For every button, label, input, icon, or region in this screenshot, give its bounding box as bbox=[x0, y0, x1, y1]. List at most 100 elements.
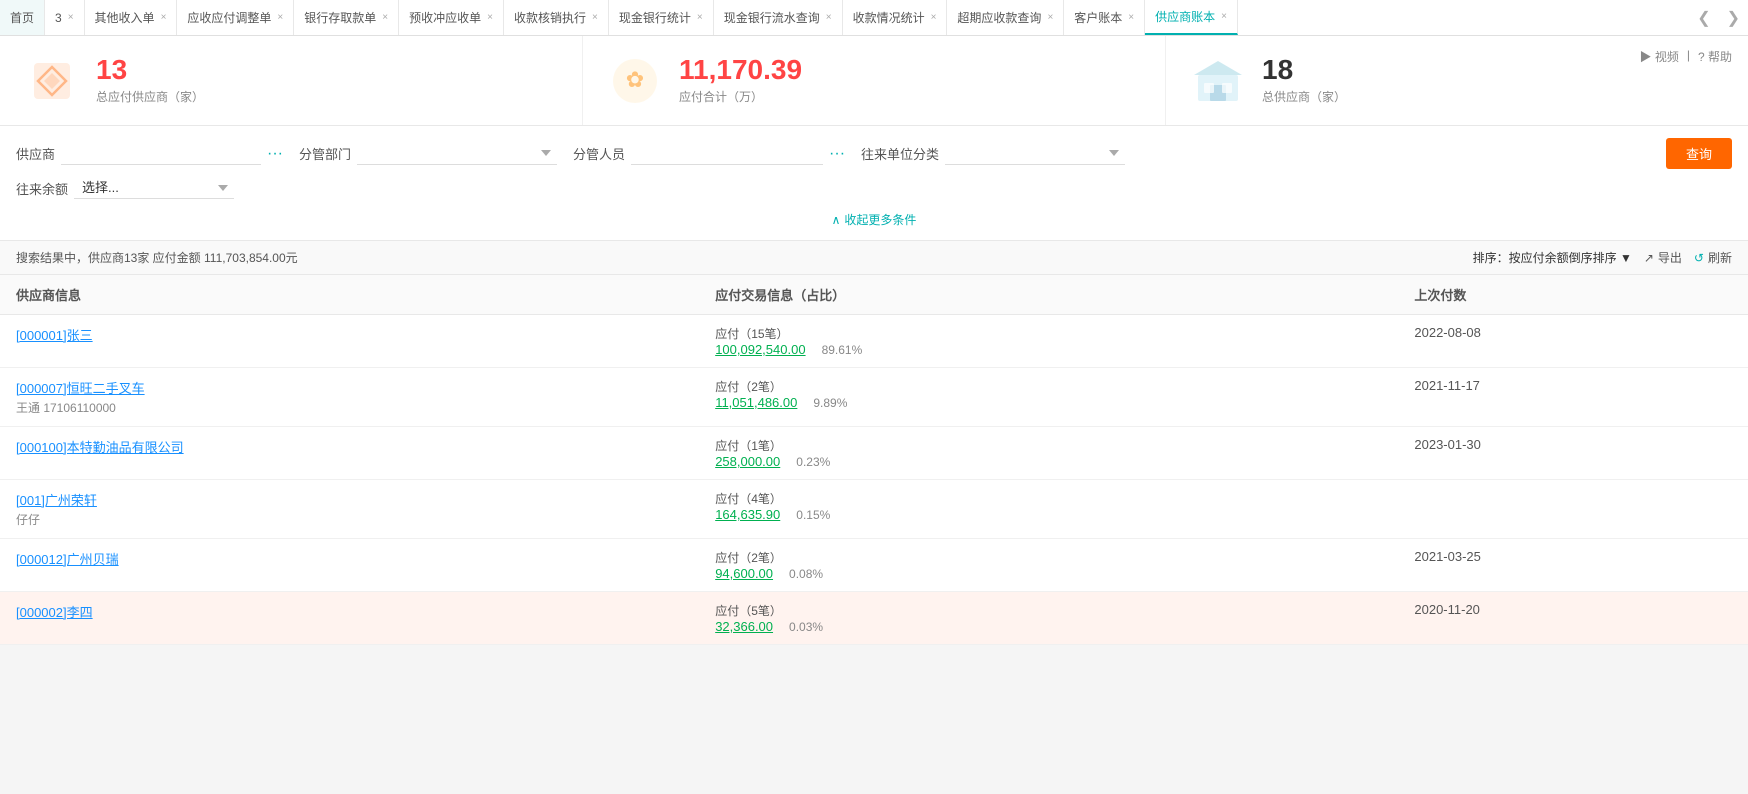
ap-info-cell: 应付（5笔）32,366.000.03% bbox=[699, 592, 1398, 645]
col-ap-info: 应付交易信息（占比） bbox=[699, 275, 1398, 315]
close-tab-icon[interactable]: × bbox=[161, 12, 167, 23]
nav-item-tab3[interactable]: 3× bbox=[45, 0, 85, 35]
table-body: [000001]张三应付（15笔）100,092,540.0089.61%202… bbox=[0, 315, 1748, 645]
supplier-sub-info: 仔仔 bbox=[16, 511, 683, 528]
supplier-link[interactable]: [000012]广州贝瑞 bbox=[16, 552, 119, 567]
sort-button[interactable]: 排序：按应付余额倒序排序 ▼ bbox=[1473, 249, 1632, 266]
table-row: [000002]李四 应付（5笔）32,366.000.03%2020-11-20 bbox=[0, 592, 1748, 645]
person-input[interactable] bbox=[631, 143, 823, 165]
last-pay-cell: 2021-11-17 bbox=[1398, 368, 1748, 427]
refresh-icon: ↺ bbox=[1694, 251, 1704, 265]
ap-percent: 9.89% bbox=[813, 396, 847, 410]
table-header: 供应商信息 应付交易信息（占比） 上次付数 bbox=[0, 275, 1748, 315]
category-select[interactable] bbox=[945, 143, 1125, 165]
nav-item-supplier-ledger[interactable]: 供应商账本× bbox=[1145, 0, 1238, 35]
summary-number-total: 18 bbox=[1262, 56, 1346, 84]
data-table-container: 供应商信息 应付交易信息（占比） 上次付数 [000001]张三 应付（15笔）1… bbox=[0, 275, 1748, 645]
close-tab-icon[interactable]: × bbox=[487, 12, 493, 23]
table-row: [001]广州荣轩仔仔应付（4笔）164,635.900.15% bbox=[0, 480, 1748, 539]
filter-area: 供应商 ··· 分管部门 分管人员 ··· 往来单位分类 查询 往来余额 选择 bbox=[0, 126, 1748, 241]
nav-item-prepay-charge[interactable]: 预收冲应收单× bbox=[399, 0, 504, 35]
dept-select[interactable] bbox=[357, 143, 557, 165]
nav-item-ar-ap-adjust[interactable]: 应收应付调整单× bbox=[177, 0, 294, 35]
close-tab-icon[interactable]: × bbox=[1047, 12, 1053, 23]
refresh-button[interactable]: ↺ 刷新 bbox=[1694, 249, 1732, 266]
filter-category: 往来单位分类 bbox=[861, 143, 1125, 165]
top-right-links: ▶ 视频 | ? 帮助 bbox=[1639, 48, 1732, 65]
nav-next-arrow[interactable]: ❯ bbox=[1719, 0, 1748, 35]
ap-amount[interactable]: 164,635.90 bbox=[715, 507, 780, 522]
nav-item-customer-ledger[interactable]: 客户账本× bbox=[1064, 0, 1145, 35]
ap-label: 应付（2笔） bbox=[715, 378, 1382, 395]
person-dots[interactable]: ··· bbox=[829, 145, 845, 163]
close-tab-icon[interactable]: × bbox=[1221, 11, 1227, 22]
video-icon: ▶ bbox=[1639, 50, 1651, 64]
ap-label: 应付（1笔） bbox=[715, 437, 1382, 454]
diamond-icon bbox=[24, 53, 80, 109]
summary-label-suppliers: 总应付供应商（家） bbox=[96, 88, 204, 105]
ap-percent: 0.15% bbox=[796, 508, 830, 522]
supplier-link[interactable]: [000100]本特勤油品有限公司 bbox=[16, 440, 184, 455]
ap-info-cell: 应付（2笔）94,600.000.08% bbox=[699, 539, 1398, 592]
supplier-input[interactable] bbox=[61, 143, 261, 165]
supplier-link[interactable]: [000007]恒旺二手叉车 bbox=[16, 381, 145, 396]
collapse-arrow-icon: ∧ bbox=[832, 213, 841, 227]
supplier-info-cell: [001]广州荣轩仔仔 bbox=[0, 480, 699, 539]
supplier-info-cell: [000100]本特勤油品有限公司 bbox=[0, 427, 699, 480]
supplier-dots[interactable]: ··· bbox=[267, 145, 283, 163]
ap-amount[interactable]: 32,366.00 bbox=[715, 619, 773, 634]
search-button[interactable]: 查询 bbox=[1666, 138, 1732, 169]
nav-item-cash-bank-query[interactable]: 现金银行流水查询× bbox=[714, 0, 843, 35]
summary-label-amount: 应付合计（万） bbox=[679, 88, 802, 105]
supplier-link[interactable]: [000002]李四 bbox=[16, 605, 93, 620]
balance-select[interactable]: 选择... bbox=[74, 177, 234, 199]
close-tab-icon[interactable]: × bbox=[931, 12, 937, 23]
collapse-button[interactable]: ∧ 收起更多条件 bbox=[832, 207, 917, 232]
nav-item-receipt-verify[interactable]: 收款核销执行× bbox=[504, 0, 609, 35]
table-row: [000007]恒旺二手叉车王通 17106110000应付（2笔）11,051… bbox=[0, 368, 1748, 427]
ap-amount[interactable]: 94,600.00 bbox=[715, 566, 773, 581]
balance-label: 往来余额 bbox=[16, 179, 68, 198]
help-link[interactable]: ? 帮助 bbox=[1698, 48, 1732, 65]
ap-percent: 0.23% bbox=[796, 455, 830, 469]
dept-label: 分管部门 bbox=[299, 144, 351, 163]
ap-info-cell: 应付（15笔）100,092,540.0089.61% bbox=[699, 315, 1398, 368]
ap-amount[interactable]: 11,051,486.00 bbox=[715, 395, 797, 410]
close-tab-icon[interactable]: × bbox=[826, 12, 832, 23]
person-label: 分管人员 bbox=[573, 144, 625, 163]
nav-prev-arrow[interactable]: ❮ bbox=[1689, 0, 1718, 35]
nav-item-overdue-query[interactable]: 超期应收款查询× bbox=[947, 0, 1064, 35]
export-button[interactable]: ↗ 导出 bbox=[1644, 249, 1682, 266]
ap-percent: 0.08% bbox=[789, 567, 823, 581]
ap-info-cell: 应付（4笔）164,635.900.15% bbox=[699, 480, 1398, 539]
export-icon: ↗ bbox=[1644, 251, 1654, 265]
summary-label-total: 总供应商（家） bbox=[1262, 88, 1346, 105]
ap-label: 应付（5笔） bbox=[715, 602, 1382, 619]
close-tab-icon[interactable]: × bbox=[1128, 12, 1134, 23]
close-tab-icon[interactable]: × bbox=[697, 12, 703, 23]
supplier-link[interactable]: [001]广州荣轩 bbox=[16, 493, 97, 508]
nav-item-receipt-stat[interactable]: 收款情况统计× bbox=[843, 0, 948, 35]
summary-card-amount: ✿ 11,170.39 应付合计（万） bbox=[583, 36, 1166, 125]
result-bar: 搜索结果中，供应商13家 应付金额 111,703,854.00元 排序：按应付… bbox=[0, 241, 1748, 275]
close-tab-icon[interactable]: × bbox=[277, 12, 283, 23]
summary-number-suppliers: 13 bbox=[96, 56, 204, 84]
filter-row-2: 往来余额 选择... bbox=[16, 177, 1732, 199]
ap-amount[interactable]: 258,000.00 bbox=[715, 454, 780, 469]
nav-item-bank-deposit[interactable]: 银行存取款单× bbox=[294, 0, 399, 35]
close-tab-icon[interactable]: × bbox=[382, 12, 388, 23]
last-pay-cell: 2023-01-30 bbox=[1398, 427, 1748, 480]
close-tab-icon[interactable]: × bbox=[68, 12, 74, 23]
last-pay-cell: 2020-11-20 bbox=[1398, 592, 1748, 645]
table-row: [000012]广州贝瑞应付（2笔）94,600.000.08%2021-03-… bbox=[0, 539, 1748, 592]
filter-dept: 分管部门 bbox=[299, 143, 557, 165]
nav-item-cash-bank-stat[interactable]: 现金银行统计× bbox=[609, 0, 714, 35]
supplier-link[interactable]: [000001]张三 bbox=[16, 328, 93, 343]
video-link[interactable]: ▶ 视频 bbox=[1639, 48, 1678, 65]
nav-item-other-income[interactable]: 其他收入单× bbox=[85, 0, 178, 35]
close-tab-icon[interactable]: × bbox=[592, 12, 598, 23]
nav-item-home[interactable]: 首页 bbox=[0, 0, 45, 35]
supplier-info-cell: [000012]广州贝瑞 bbox=[0, 539, 699, 592]
ap-amount[interactable]: 100,092,540.00 bbox=[715, 342, 805, 357]
ap-info-cell: 应付（1笔）258,000.00 0.23% bbox=[699, 427, 1398, 480]
